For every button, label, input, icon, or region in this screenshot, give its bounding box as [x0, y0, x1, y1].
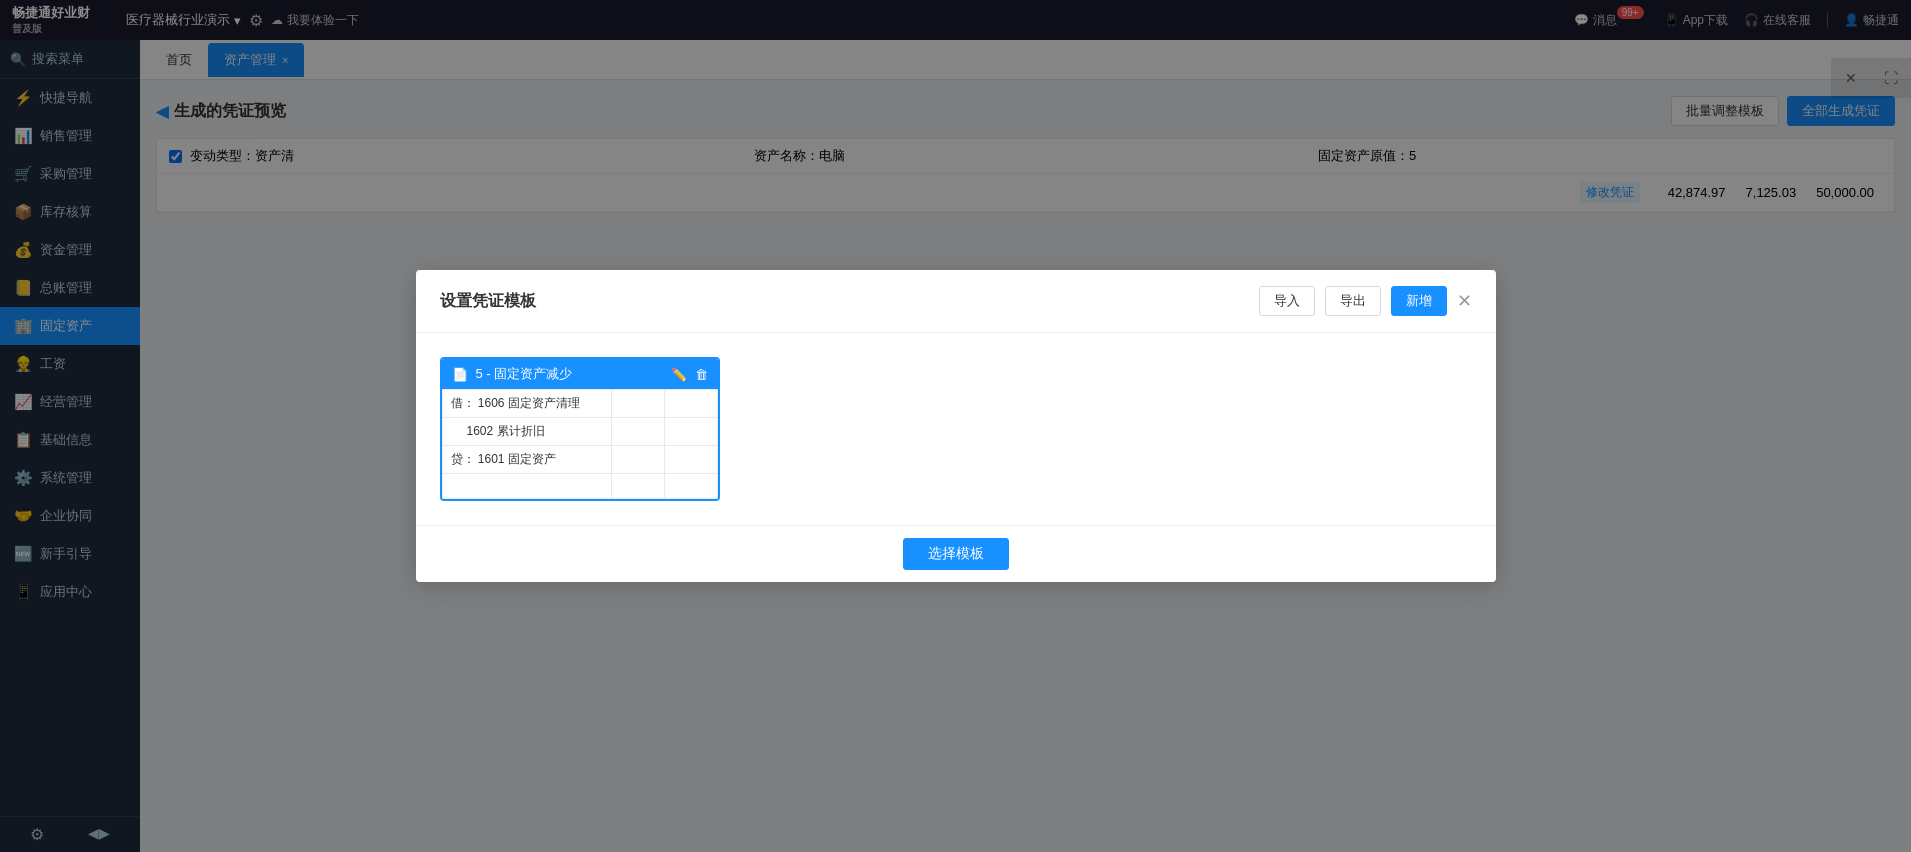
entry-empty: [442, 474, 611, 499]
template-header-left: 📄 5 - 固定资产减少: [452, 365, 573, 383]
entry-name: 固定资产: [508, 452, 556, 466]
entry-empty: [664, 474, 717, 499]
entry-debit-1: [611, 390, 664, 418]
entry-code: 1601: [478, 452, 505, 466]
template-entry-row: 贷： 1601 固定资产: [442, 446, 717, 474]
template-title: 固定资产减少: [494, 366, 572, 381]
import-button[interactable]: 导入: [1259, 286, 1315, 316]
template-card-header: 📄 5 - 固定资产减少 ✏️ 🗑: [442, 359, 718, 389]
entry-label-2: 1602 累计折旧: [442, 418, 611, 446]
dialog-footer: 选择模板: [416, 525, 1496, 582]
entry-code: 1602: [467, 424, 494, 438]
template-id: 5: [476, 366, 483, 381]
template-edit-icon[interactable]: ✏️: [671, 367, 687, 382]
dialog-header: 设置凭证模板 导入 导出 新增 ✕: [416, 270, 1496, 333]
export-button[interactable]: 导出: [1325, 286, 1381, 316]
template-header-actions: ✏️ 🗑: [671, 367, 708, 382]
dialog-close-button[interactable]: ✕: [1457, 290, 1472, 312]
dialog-overlay: 设置凭证模板 导入 导出 新增 ✕ 📄 5 - 固定资产减少: [0, 0, 1911, 852]
entry-type: 借: [451, 396, 463, 410]
entry-label-3: 贷： 1601 固定资产: [442, 446, 611, 474]
template-entry-empty-row: [442, 474, 717, 499]
template-doc-icon: 📄: [452, 367, 468, 382]
dialog-header-buttons: 导入 导出 新增 ✕: [1259, 286, 1472, 316]
entry-label-1: 借： 1606 固定资产清理: [442, 390, 611, 418]
entry-empty: [611, 474, 664, 499]
dialog-body: 📄 5 - 固定资产减少 ✏️ 🗑: [416, 333, 1496, 525]
entry-credit-3: [664, 446, 717, 474]
template-entry-row: 借： 1606 固定资产清理: [442, 390, 717, 418]
template-delete-icon[interactable]: 🗑: [695, 367, 708, 382]
entry-type: 贷: [451, 452, 463, 466]
select-template-button[interactable]: 选择模板: [903, 538, 1009, 570]
dialog-title: 设置凭证模板: [440, 291, 536, 312]
template-entries-table: 借： 1606 固定资产清理 1602 累计折旧: [442, 389, 718, 499]
entry-code: 1606: [478, 396, 505, 410]
template-card-body: 借： 1606 固定资产清理 1602 累计折旧: [442, 389, 718, 499]
template-card: 📄 5 - 固定资产减少 ✏️ 🗑: [440, 357, 720, 501]
new-template-button[interactable]: 新增: [1391, 286, 1447, 316]
entry-debit-2: [611, 418, 664, 446]
entry-credit-2: [664, 418, 717, 446]
entry-name: 固定资产清理: [508, 396, 580, 410]
entry-name: 累计折旧: [497, 424, 545, 438]
entry-credit-1: [664, 390, 717, 418]
entry-debit-3: [611, 446, 664, 474]
template-entry-row: 1602 累计折旧: [442, 418, 717, 446]
template-name: 5 - 固定资产减少: [476, 365, 573, 383]
voucher-template-dialog: 设置凭证模板 导入 导出 新增 ✕ 📄 5 - 固定资产减少: [416, 270, 1496, 582]
